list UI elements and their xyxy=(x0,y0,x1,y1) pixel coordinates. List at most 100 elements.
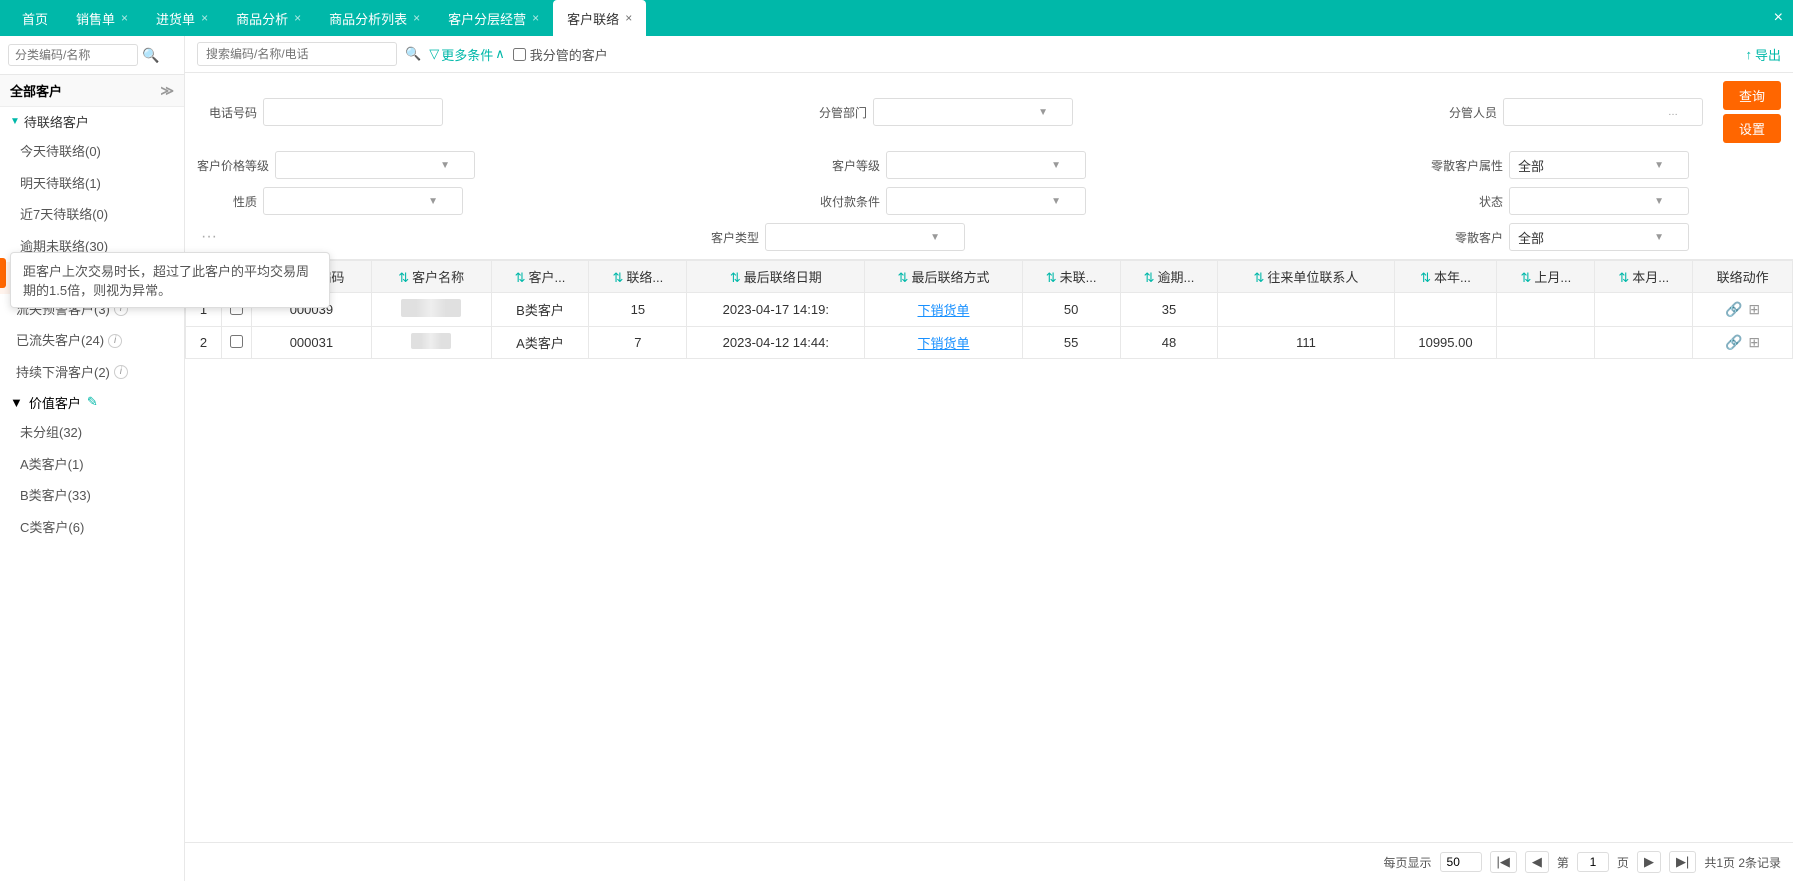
sidebar-item-today[interactable]: 今天待联络(0) xyxy=(0,136,184,168)
export-button[interactable]: ↑ 导出 xyxy=(1745,45,1781,64)
row2-last-method[interactable]: 下销货单 xyxy=(865,327,1022,359)
settings-button[interactable]: 设置 xyxy=(1723,114,1781,143)
row2-link-icon[interactable]: 🔗 xyxy=(1725,334,1742,351)
th-date-sort-icon[interactable]: ⇅ xyxy=(730,270,741,285)
row2-checkbox[interactable] xyxy=(230,335,243,348)
category-search-input[interactable] xyxy=(8,44,138,66)
phone-filter-cell: 电话号码 xyxy=(197,98,443,126)
close-tier-icon[interactable]: × xyxy=(532,11,539,25)
keep-declining-info-icon[interactable]: i xyxy=(114,365,128,379)
close-analysis-icon[interactable]: × xyxy=(294,11,301,25)
export-icon: ↑ xyxy=(1745,47,1752,62)
row1-overdue: 35 xyxy=(1120,293,1218,327)
close-contact-icon[interactable]: × xyxy=(625,11,632,25)
close-all-button[interactable]: × xyxy=(1774,9,1783,27)
row1-grid-icon[interactable]: ⊞ xyxy=(1748,301,1760,318)
search-button[interactable]: 🔍 xyxy=(405,46,421,62)
per-page-label: 每页显示 xyxy=(1384,854,1432,871)
next-page-button[interactable]: ▶ xyxy=(1637,851,1661,873)
customer-type-select[interactable]: ▼ xyxy=(765,223,965,251)
dept-select[interactable]: ▼ xyxy=(873,98,1073,126)
close-list-icon[interactable]: × xyxy=(413,11,420,25)
prev-page-button[interactable]: ◀ xyxy=(1525,851,1549,873)
th-overdue-sort-icon[interactable]: ⇅ xyxy=(1144,270,1155,285)
retail-attr-select[interactable]: 全部 ▼ xyxy=(1509,151,1689,179)
th-contact-sort-icon[interactable]: ⇅ xyxy=(612,270,623,285)
payment-select[interactable]: ▼ xyxy=(886,187,1086,215)
nav-home[interactable]: 首页 xyxy=(8,0,62,36)
filter-action-btns: 查询 设置 xyxy=(1723,81,1781,143)
phone-input[interactable] xyxy=(263,98,443,126)
expand-filters-button[interactable]: ··· xyxy=(197,228,221,246)
th-overdue: ⇅逾期... xyxy=(1120,261,1218,293)
retail-customer-select[interactable]: 全部 ▼ xyxy=(1509,223,1689,251)
price-grade-select[interactable]: ▼ xyxy=(275,151,475,179)
nav-sales[interactable]: 销售单 × xyxy=(62,0,142,36)
page-number-input[interactable] xyxy=(1577,852,1609,872)
price-grade-chevron-icon: ▼ xyxy=(440,160,450,171)
nav-product-analysis[interactable]: 商品分析 × xyxy=(222,0,315,36)
nav-product-list[interactable]: 商品分析列表 × xyxy=(315,0,434,36)
gender-select[interactable]: ▼ xyxy=(263,187,463,215)
th-customer-grade: ⇅客户... xyxy=(491,261,589,293)
th-uncontact-sort-icon[interactable]: ⇅ xyxy=(1046,270,1057,285)
sidebar-item-7days[interactable]: 近7天待联络(0) xyxy=(0,199,184,231)
th-contacts-sort-icon[interactable]: ⇅ xyxy=(1254,270,1265,285)
th-name-sort-icon[interactable]: ⇅ xyxy=(398,270,409,285)
status-select[interactable]: ▼ xyxy=(1509,187,1689,215)
last-page-button[interactable]: ▶| xyxy=(1669,851,1696,873)
category-search-button[interactable]: 🔍 xyxy=(142,47,159,64)
th-method-sort-icon[interactable]: ⇅ xyxy=(898,270,909,285)
pending-contact-group[interactable]: ▼ 待联络客户 xyxy=(0,107,184,136)
manager-select[interactable]: … xyxy=(1503,98,1703,126)
th-customer-name: ⇅客户名称 xyxy=(371,261,491,293)
sidebar-item-tomorrow[interactable]: 明天待联络(1) xyxy=(0,168,184,200)
payment-chevron-icon: ▼ xyxy=(1051,196,1061,207)
sidebar-item-keep-declining[interactable]: 持续下滑客户(2) i xyxy=(0,357,184,388)
row1-link-icon[interactable]: 🔗 xyxy=(1725,301,1742,318)
row2-grid-icon[interactable]: ⊞ xyxy=(1748,334,1760,351)
payment-label: 收付款条件 xyxy=(820,193,880,210)
all-customers-label: 全部客户 xyxy=(10,81,62,100)
tooltip-text: 距客户上次交易时长，超过了此客户的平均交易周期的1.5倍，则视为异常。 xyxy=(23,264,309,298)
row1-action-icons: 🔗 ⊞ xyxy=(1701,301,1784,318)
price-grade-filter-cell: 客户价格等级 ▼ xyxy=(197,151,475,179)
th-lastmonth-sort-icon[interactable]: ⇅ xyxy=(1520,270,1531,285)
active-indicator-bar xyxy=(0,258,6,288)
row2-action-icons: 🔗 ⊞ xyxy=(1701,334,1784,351)
th-thismonth-sort-icon[interactable]: ⇅ xyxy=(1618,270,1629,285)
retail-customer-filter-cell: 零散客户 全部 ▼ xyxy=(1443,223,1689,251)
th-annual-sort-icon[interactable]: ⇅ xyxy=(1420,270,1431,285)
already-lost-info-icon[interactable]: i xyxy=(108,334,122,348)
sidebar-collapse-icon[interactable]: ≫ xyxy=(160,83,174,99)
row2-checkbox-cell[interactable] xyxy=(222,327,252,359)
nav-purchase[interactable]: 进货单 × xyxy=(142,0,222,36)
total-records-label: 共1页 2条记录 xyxy=(1704,854,1781,871)
dept-filter-cell: 分管部门 ▼ xyxy=(807,98,1073,126)
more-conditions-button[interactable]: ▽ 更多条件 ∧ xyxy=(429,45,505,64)
close-sales-icon[interactable]: × xyxy=(121,11,128,25)
value-customer-group-header: ▼ 价值客户 ✎ xyxy=(0,388,184,417)
close-purchase-icon[interactable]: × xyxy=(201,11,208,25)
sidebar-item-c-class[interactable]: C类客户(6) xyxy=(0,512,184,544)
row2-action: 🔗 ⊞ xyxy=(1693,327,1793,359)
content-area: 🔍 ▽ 更多条件 ∧ 我分管的客户 ↑ 导出 电话号码 xyxy=(185,36,1793,881)
query-button[interactable]: 查询 xyxy=(1723,81,1781,110)
nav-customer-contact[interactable]: 客户联络 × xyxy=(553,0,646,36)
customer-grade-select[interactable]: ▼ xyxy=(886,151,1086,179)
value-triangle-icon: ▼ xyxy=(10,395,23,410)
sidebar-item-a-class[interactable]: A类客户(1) xyxy=(0,449,184,481)
page-size-select[interactable]: 50 xyxy=(1440,852,1482,872)
search-input[interactable] xyxy=(197,42,397,66)
sidebar-item-ungroup[interactable]: 未分组(32) xyxy=(0,417,184,449)
my-customer-checkbox-label[interactable]: 我分管的客户 xyxy=(513,45,608,64)
sidebar-item-b-class[interactable]: B类客户(33) xyxy=(0,480,184,512)
sidebar-item-already-lost[interactable]: 已流失客户(24) i xyxy=(0,325,184,356)
first-page-button[interactable]: |◀ xyxy=(1490,851,1517,873)
row1-last-method[interactable]: 下销货单 xyxy=(865,293,1022,327)
value-edit-icon[interactable]: ✎ xyxy=(87,394,98,410)
nav-customer-tier[interactable]: 客户分层经营 × xyxy=(434,0,553,36)
my-customer-checkbox[interactable] xyxy=(513,48,526,61)
th-grade-sort-icon[interactable]: ⇅ xyxy=(515,270,526,285)
payment-filter-cell: 收付款条件 ▼ xyxy=(820,187,1086,215)
